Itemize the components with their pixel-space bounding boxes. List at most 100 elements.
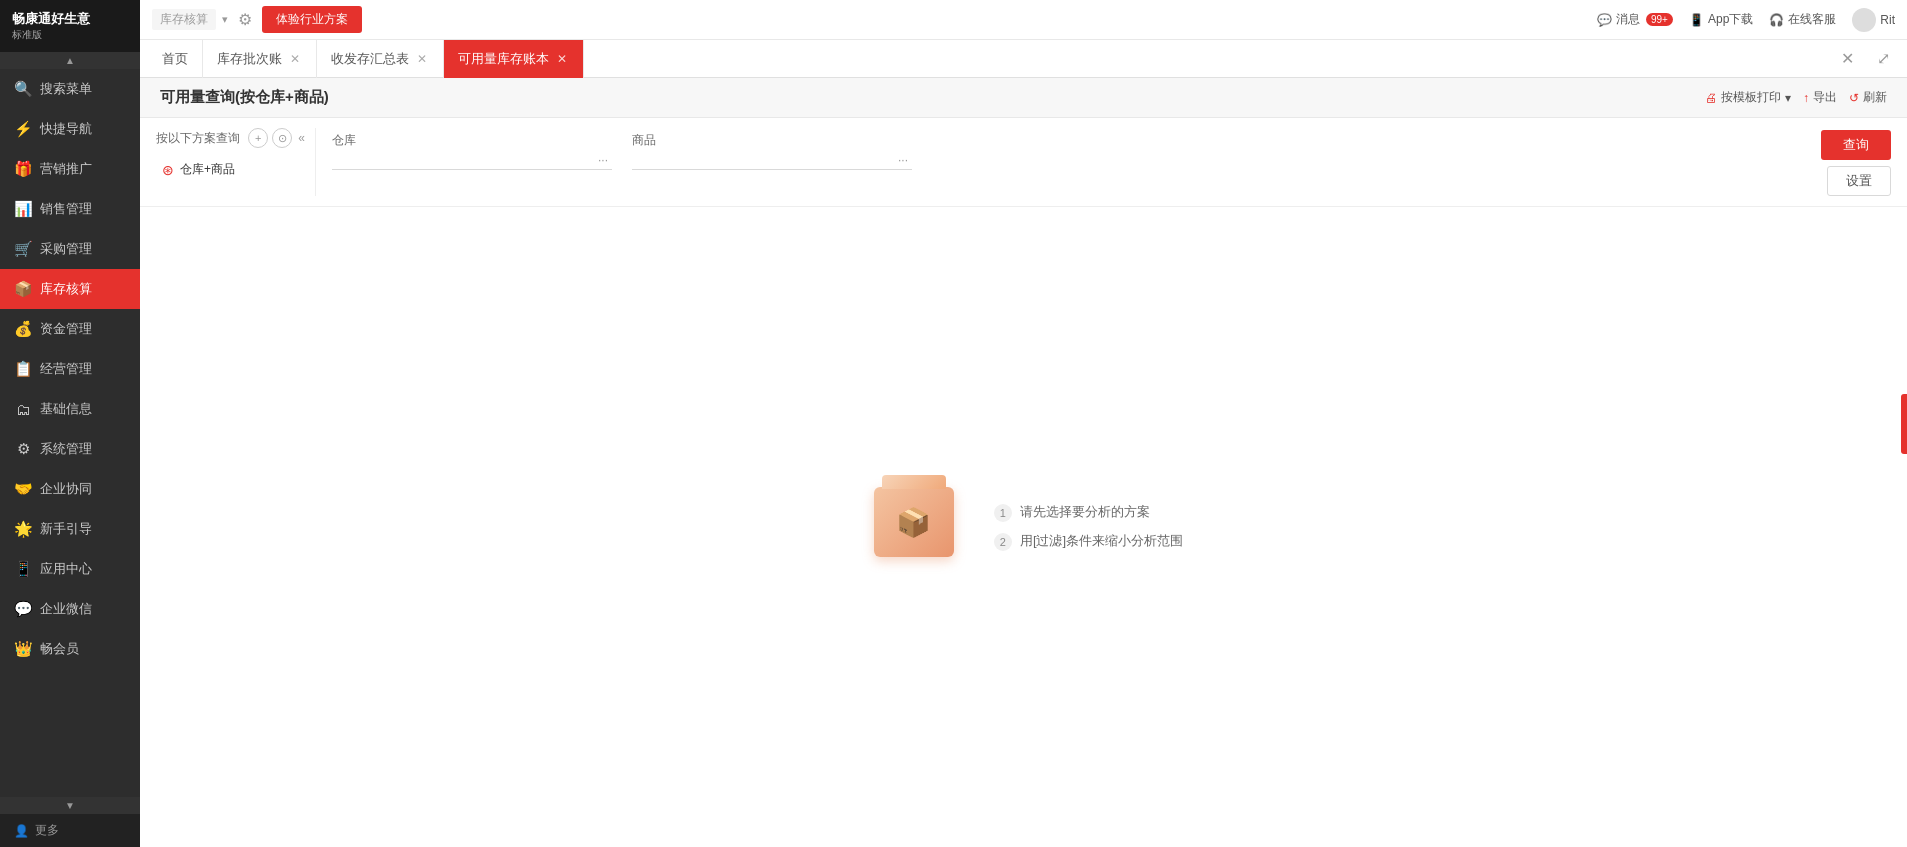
- print-icon: 🖨: [1705, 91, 1717, 105]
- breadcrumb-dropdown-icon[interactable]: ▾: [222, 13, 228, 26]
- app-download-icon: 📱: [1689, 13, 1704, 27]
- sidebar-item-label-purchase: 采购管理: [40, 240, 92, 258]
- empty-state: 📦 1 请先选择要分析的方案 2 用[过滤]条件来缩小分析范围: [140, 207, 1907, 847]
- empty-tips: 1 请先选择要分析的方案 2 用[过滤]条件来缩小分析范围: [994, 503, 1183, 551]
- sidebar-item-newbie[interactable]: 🌟新手引导: [0, 509, 140, 549]
- user-profile[interactable]: Rit: [1852, 8, 1895, 32]
- sidebar-item-apps[interactable]: 📱应用中心: [0, 549, 140, 589]
- warehouse-input-wrap: ···: [332, 151, 612, 170]
- tab-label-batch: 库存批次账: [217, 50, 282, 68]
- sidebar-item-purchase[interactable]: 🛒采购管理: [0, 229, 140, 269]
- apps-icon: 📱: [14, 560, 32, 578]
- tab-home[interactable]: 首页: [148, 40, 203, 78]
- expand-tab-icon[interactable]: ⤢: [1869, 45, 1897, 73]
- goods-input-wrap: ···: [632, 151, 912, 170]
- sidebar-item-label-inventory: 库存核算: [40, 280, 92, 298]
- filter-row-1: 仓库 ··· 商品 ···: [332, 132, 1805, 170]
- refresh-icon: ↺: [1849, 91, 1859, 105]
- sidebar-item-operation[interactable]: 📋经营管理: [0, 349, 140, 389]
- tip-1-text: 请先选择要分析的方案: [1020, 503, 1150, 521]
- print-template-button[interactable]: 🖨 按模板打印 ▾: [1705, 89, 1791, 106]
- system-icon: ⚙: [14, 440, 32, 458]
- close-tab-icon[interactable]: ✕: [1833, 45, 1861, 73]
- sidebar-scroll-down[interactable]: ▼: [0, 797, 140, 814]
- sidebar-item-member[interactable]: 👑畅会员: [0, 629, 140, 669]
- settings-button[interactable]: 设置: [1827, 166, 1891, 196]
- user-name-label: Rit: [1880, 13, 1895, 27]
- industry-solution-button[interactable]: 体验行业方案: [262, 6, 362, 33]
- user-avatar: [1852, 8, 1876, 32]
- tab-available[interactable]: 可用量库存账本✕: [444, 40, 584, 78]
- sidebar-item-label-sales: 销售管理: [40, 200, 92, 218]
- enterprise-icon: 🤝: [14, 480, 32, 498]
- tab-close-summary[interactable]: ✕: [415, 52, 429, 66]
- tip-num-1: 1: [994, 504, 1012, 522]
- goods-filter-field: 商品 ···: [632, 132, 912, 170]
- sidebar-items: 🔍搜索菜单⚡快捷导航🎁营销推广📊销售管理🛒采购管理 📦 库存核算 💰 资金管理 📋经营管理…: [0, 69, 140, 797]
- tab-summary[interactable]: 收发存汇总表✕: [317, 40, 444, 78]
- scheme-action-icons: + ⊙: [248, 128, 292, 148]
- goods-more-icon[interactable]: ···: [898, 153, 908, 167]
- print-template-label: 按模板打印: [1721, 89, 1781, 106]
- refresh-label: 刷新: [1863, 89, 1887, 106]
- collapse-icon[interactable]: «: [298, 131, 305, 145]
- sidebar-item-sales[interactable]: 📊销售管理: [0, 189, 140, 229]
- filter-panel: 按以下方案查询 + ⊙ « ⊛ 仓库+商品 仓库: [140, 118, 1907, 207]
- brand-tag: 标准版: [12, 28, 42, 42]
- print-dropdown-icon[interactable]: ▾: [1785, 91, 1791, 105]
- brand-logo: 畅康通好生意 标准版: [0, 0, 140, 52]
- refresh-button[interactable]: ↺ 刷新: [1849, 89, 1887, 106]
- operation-icon: 📋: [14, 360, 32, 378]
- sidebar-item-label-basic: 基础信息: [40, 400, 92, 418]
- scheme-item-icon: ⊛: [162, 162, 174, 178]
- sidebar-item-label-finance: 资金管理: [40, 320, 92, 338]
- sidebar-item-system[interactable]: ⚙ 系统管理: [0, 429, 140, 469]
- sidebar-bottom-more[interactable]: 👤 更多: [0, 814, 140, 847]
- finance-icon: 💰: [14, 320, 32, 338]
- export-button[interactable]: ↑ 导出: [1803, 89, 1837, 106]
- export-icon: ↑: [1803, 91, 1809, 105]
- main-area: 库存核算 ▾ ⚙ 体验行业方案 💬 消息 99+ 📱 App下载 🎧 在线客服 …: [140, 0, 1907, 847]
- query-button[interactable]: 查询: [1821, 130, 1891, 160]
- sidebar-item-shortcut[interactable]: ⚡快捷导航: [0, 109, 140, 149]
- inventory-icon: 📦: [14, 280, 32, 298]
- sidebar-item-search[interactable]: 🔍搜索菜单: [0, 69, 140, 109]
- sidebar: 畅康通好生意 标准版 ▲ 🔍搜索菜单⚡快捷导航🎁营销推广📊销售管理🛒采购管理 📦 库…: [0, 0, 140, 847]
- notification-item[interactable]: 💬 消息 99+: [1597, 11, 1673, 28]
- app-download-label: App下载: [1708, 11, 1753, 28]
- online-service-item[interactable]: 🎧 在线客服: [1769, 11, 1836, 28]
- settings-scheme-icon[interactable]: ⊙: [272, 128, 292, 148]
- sidebar-item-wechat[interactable]: 💬企业微信: [0, 589, 140, 629]
- sidebar-item-label-system: 系统管理: [40, 440, 92, 458]
- online-service-label: 在线客服: [1788, 11, 1836, 28]
- sidebar-scroll-up[interactable]: ▲: [0, 52, 140, 69]
- notification-badge: 99+: [1646, 13, 1673, 26]
- header-gear-icon[interactable]: ⚙: [234, 6, 256, 33]
- notification-label: 消息: [1616, 11, 1640, 28]
- sidebar-item-enterprise[interactable]: 🤝 企业协同: [0, 469, 140, 509]
- brand-name: 畅康通好生意: [12, 10, 90, 28]
- tab-batch[interactable]: 库存批次账 ✕: [203, 40, 317, 78]
- sidebar-item-finance[interactable]: 💰 资金管理: [0, 309, 140, 349]
- warehouse-input[interactable]: [336, 153, 594, 167]
- sidebar-item-label-enterprise: 企业协同: [40, 480, 92, 498]
- tab-close-available[interactable]: ✕: [555, 52, 569, 66]
- scheme-item-label: 仓库+商品: [180, 161, 235, 178]
- top-header: 库存核算 ▾ ⚙ 体验行业方案 💬 消息 99+ 📱 App下载 🎧 在线客服 …: [140, 0, 1907, 40]
- app-download-item[interactable]: 📱 App下载: [1689, 11, 1753, 28]
- add-scheme-icon[interactable]: +: [248, 128, 268, 148]
- tabs-bar: 首页库存批次账✕收发存汇总表✕可用量库存账本✕ ✕ ⤢: [140, 40, 1907, 78]
- tab-label-home: 首页: [162, 50, 188, 68]
- warehouse-label: 仓库: [332, 132, 612, 149]
- scheme-item-warehouse-goods[interactable]: ⊛ 仓库+商品: [156, 156, 305, 183]
- right-edge-scroll-indicator: [1901, 394, 1907, 454]
- warehouse-more-icon[interactable]: ···: [598, 153, 608, 167]
- sidebar-item-marketing[interactable]: 🎁营销推广: [0, 149, 140, 189]
- sidebar-item-basic[interactable]: 🗂基础信息: [0, 389, 140, 429]
- empty-box-graphic: 📦: [874, 487, 954, 557]
- tab-close-batch[interactable]: ✕: [288, 52, 302, 66]
- sidebar-item-inventory[interactable]: 📦 库存核算: [0, 269, 140, 309]
- sidebar-item-label-shortcut: 快捷导航: [40, 120, 92, 138]
- user-icon: 👤: [14, 824, 29, 838]
- goods-input[interactable]: [636, 153, 894, 167]
